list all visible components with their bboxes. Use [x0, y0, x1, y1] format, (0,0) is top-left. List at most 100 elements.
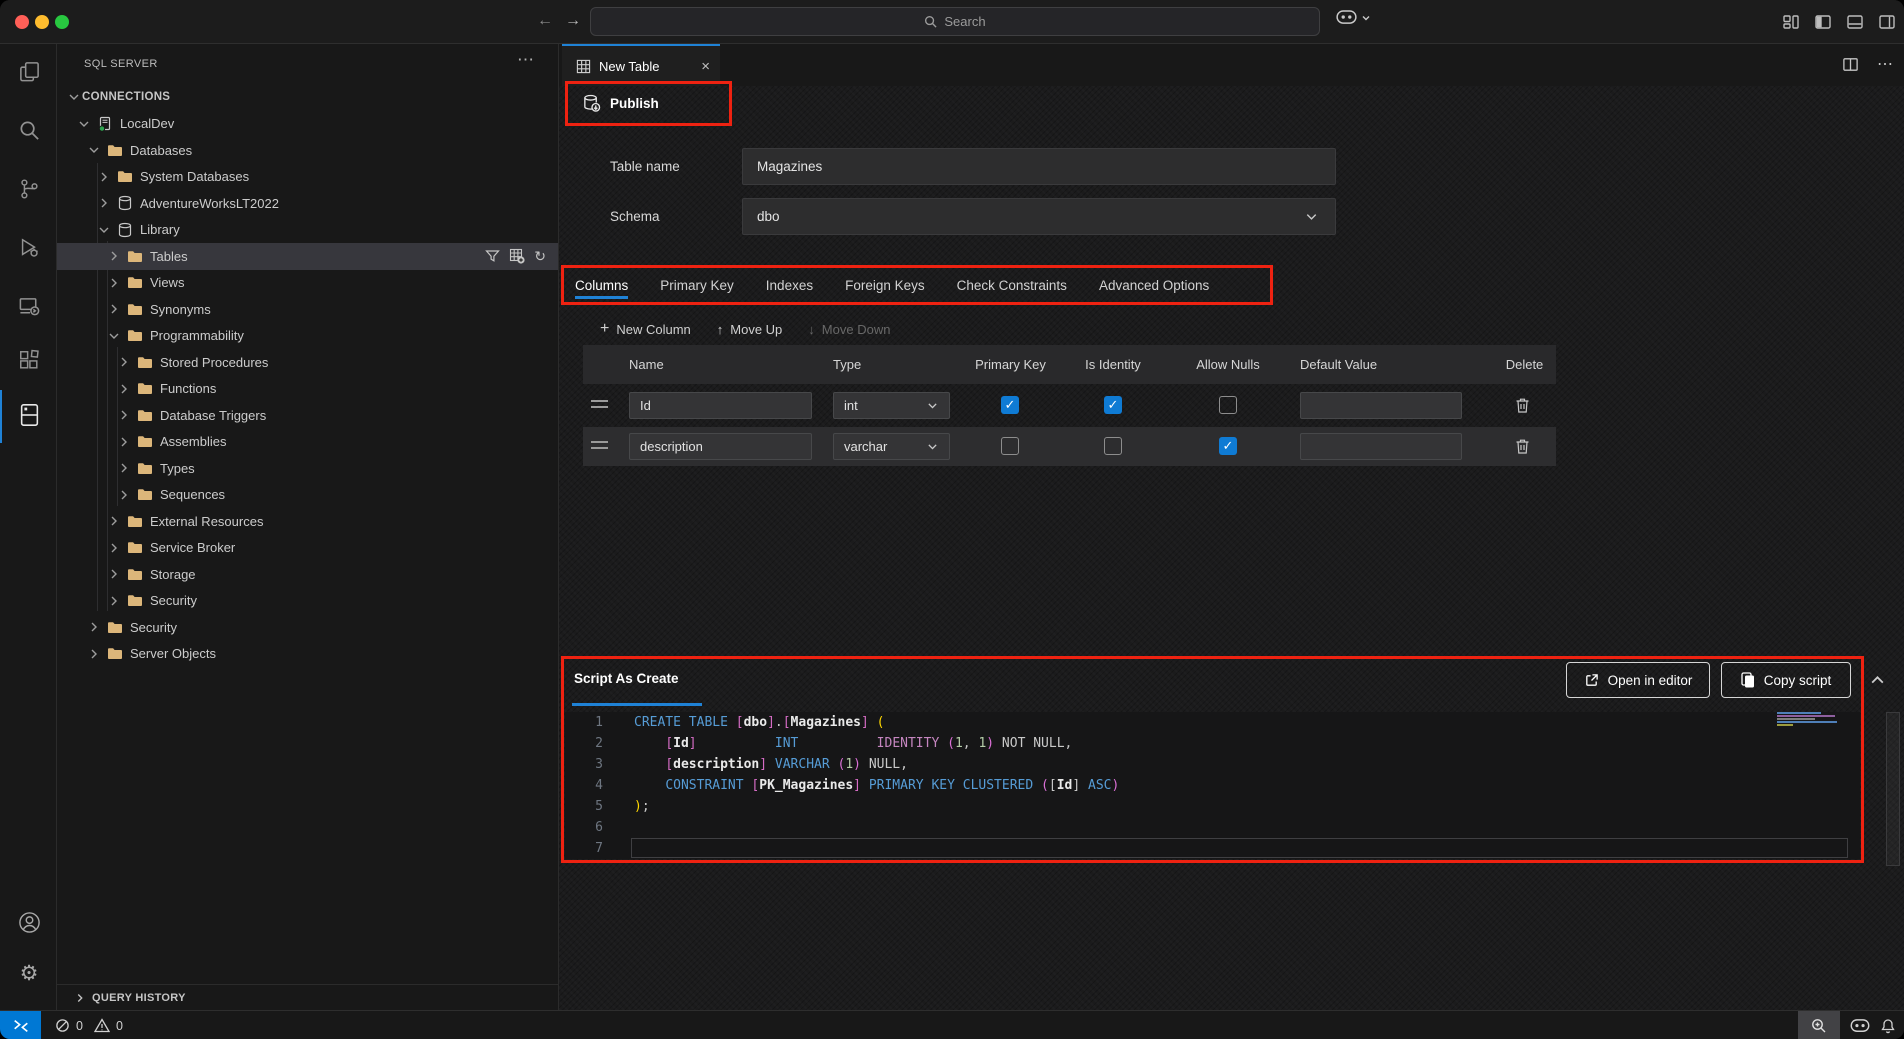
sql-server-icon[interactable]: [17, 403, 41, 427]
toggle-panel-icon[interactable]: [1846, 13, 1864, 31]
designer-tab-foreign-keys[interactable]: Foreign Keys: [845, 268, 925, 302]
schema-select[interactable]: dbo: [742, 198, 1336, 235]
remote-indicator[interactable]: [0, 1011, 41, 1039]
drag-handle[interactable]: [591, 441, 608, 453]
minimap[interactable]: [1777, 712, 1843, 734]
customize-layout-icon[interactable]: [1782, 13, 1800, 31]
zoom-status-button[interactable]: [1798, 1011, 1840, 1039]
primary-key-checkbox[interactable]: ✓: [1001, 396, 1019, 414]
toggle-secondary-sidebar-icon[interactable]: [1878, 13, 1896, 31]
table-name-input[interactable]: Magazines: [742, 148, 1336, 185]
back-arrow-icon[interactable]: ←: [537, 12, 553, 30]
designer-tab-check-constraints[interactable]: Check Constraints: [957, 268, 1067, 302]
tree-item-sequences[interactable]: Sequences: [57, 482, 558, 509]
forward-arrow-icon[interactable]: →: [565, 12, 581, 30]
more-actions-icon[interactable]: ⋯: [517, 50, 534, 70]
default-value-input[interactable]: [1300, 392, 1462, 419]
extensions-icon[interactable]: [17, 348, 41, 372]
folder-icon: [126, 566, 143, 582]
sql-code-editor[interactable]: 1CREATE TABLE [dbo].[Magazines] (2 [Id] …: [565, 712, 1860, 859]
tree-item-library[interactable]: Library: [57, 217, 558, 244]
delete-row-icon[interactable]: [1515, 397, 1530, 414]
tree-item-databases[interactable]: Databases: [57, 137, 558, 164]
is-identity-checkbox[interactable]: [1104, 437, 1122, 455]
publish-button[interactable]: Publish: [582, 94, 659, 113]
tree-item-security[interactable]: Security: [57, 588, 558, 615]
delete-row-icon[interactable]: [1515, 438, 1530, 455]
open-in-editor-button[interactable]: Open in editor: [1566, 662, 1710, 698]
column-name-input[interactable]: description: [629, 433, 812, 460]
tree-item-types[interactable]: Types: [57, 455, 558, 482]
tree-item-connections[interactable]: CONNECTIONS: [57, 84, 558, 111]
filter-icon[interactable]: [485, 249, 500, 264]
designer-tab-columns[interactable]: Columns: [575, 268, 628, 302]
allow-nulls-checkbox[interactable]: ✓: [1219, 437, 1237, 455]
close-icon[interactable]: ×: [701, 58, 710, 75]
new-table-icon[interactable]: [509, 248, 525, 264]
line-number: 2: [565, 733, 603, 754]
source-control-icon[interactable]: [17, 177, 41, 201]
chevron-down-icon: [66, 89, 82, 105]
notifications-bell-icon[interactable]: [1880, 1018, 1896, 1034]
more-actions-icon[interactable]: ⋯: [1877, 54, 1893, 74]
active-view-indicator: [0, 390, 2, 443]
tree-item-service-broker[interactable]: Service Broker: [57, 535, 558, 562]
copy-script-button[interactable]: Copy script: [1721, 662, 1851, 698]
mac-minimize-button[interactable]: [35, 15, 49, 29]
tree-item-database-triggers[interactable]: Database Triggers: [57, 402, 558, 429]
primary-key-checkbox[interactable]: [1001, 437, 1019, 455]
tab-new-table[interactable]: New Table ×: [562, 44, 720, 86]
tree-item-synonyms[interactable]: Synonyms: [57, 296, 558, 323]
run-debug-icon[interactable]: [17, 236, 41, 260]
mac-zoom-button[interactable]: [55, 15, 69, 29]
tree-item-external-resources[interactable]: External Resources: [57, 508, 558, 535]
copilot-menu[interactable]: [1336, 10, 1371, 25]
toggle-primary-sidebar-icon[interactable]: [1814, 13, 1832, 31]
connections-tree: CONNECTIONSLocalDevDatabasesSystem Datab…: [57, 84, 558, 667]
split-editor-icon[interactable]: [1842, 56, 1859, 73]
drag-handle[interactable]: [591, 400, 608, 412]
tree-item-security[interactable]: Security: [57, 614, 558, 641]
default-value-input[interactable]: [1300, 433, 1462, 460]
designer-tab-primary-key[interactable]: Primary Key: [660, 268, 734, 302]
move-down-button[interactable]: ↓ Move Down: [808, 322, 890, 337]
tree-item-views[interactable]: Views: [57, 270, 558, 297]
tree-item-storage[interactable]: Storage: [57, 561, 558, 588]
tree-item-localdev[interactable]: LocalDev: [57, 111, 558, 138]
tree-item-stored-procedures[interactable]: Stored Procedures: [57, 349, 558, 376]
scrollbar[interactable]: [1886, 712, 1900, 866]
tree-item-functions[interactable]: Functions: [57, 376, 558, 403]
tree-item-adventureworkslt2022[interactable]: AdventureWorksLT2022: [57, 190, 558, 217]
collapse-section-icon[interactable]: [1869, 672, 1886, 689]
tree-item-label: Programmability: [150, 328, 244, 343]
new-column-button[interactable]: + New Column: [600, 320, 691, 338]
search-input[interactable]: Search: [590, 7, 1320, 36]
column-type-select[interactable]: int: [833, 392, 950, 419]
chevron-right-icon: [106, 248, 122, 264]
designer-tab-indexes[interactable]: Indexes: [766, 268, 813, 302]
external-link-icon: [1584, 673, 1599, 688]
mac-close-button[interactable]: [15, 15, 29, 29]
is-identity-checkbox[interactable]: ✓: [1104, 396, 1122, 414]
settings-gear-icon[interactable]: ⚙: [17, 961, 41, 985]
tree-item-server-objects[interactable]: Server Objects: [57, 641, 558, 668]
column-type-select[interactable]: varchar: [833, 433, 950, 460]
refresh-icon[interactable]: ↻: [534, 248, 546, 265]
designer-tab-advanced-options[interactable]: Advanced Options: [1099, 268, 1209, 302]
tree-item-assemblies[interactable]: Assemblies: [57, 429, 558, 456]
script-as-create-tab[interactable]: Script As Create: [574, 671, 679, 686]
tree-item-system-databases[interactable]: System Databases: [57, 164, 558, 191]
folder-icon: [106, 646, 123, 662]
move-up-button[interactable]: ↑ Move Up: [717, 322, 783, 337]
column-name-input[interactable]: Id: [629, 392, 812, 419]
copilot-status-icon[interactable]: [1850, 1019, 1870, 1033]
query-history-panel-header[interactable]: QUERY HISTORY: [57, 984, 558, 1010]
remote-explorer-icon[interactable]: [17, 294, 41, 318]
search-icon[interactable]: [17, 118, 41, 142]
allow-nulls-checkbox[interactable]: [1219, 396, 1237, 414]
account-icon[interactable]: [17, 910, 41, 934]
tree-item-programmability[interactable]: Programmability: [57, 323, 558, 350]
explorer-icon[interactable]: [17, 59, 41, 83]
problems-status[interactable]: 0 0: [55, 1011, 123, 1039]
tree-item-tables[interactable]: Tables↻: [57, 243, 558, 270]
